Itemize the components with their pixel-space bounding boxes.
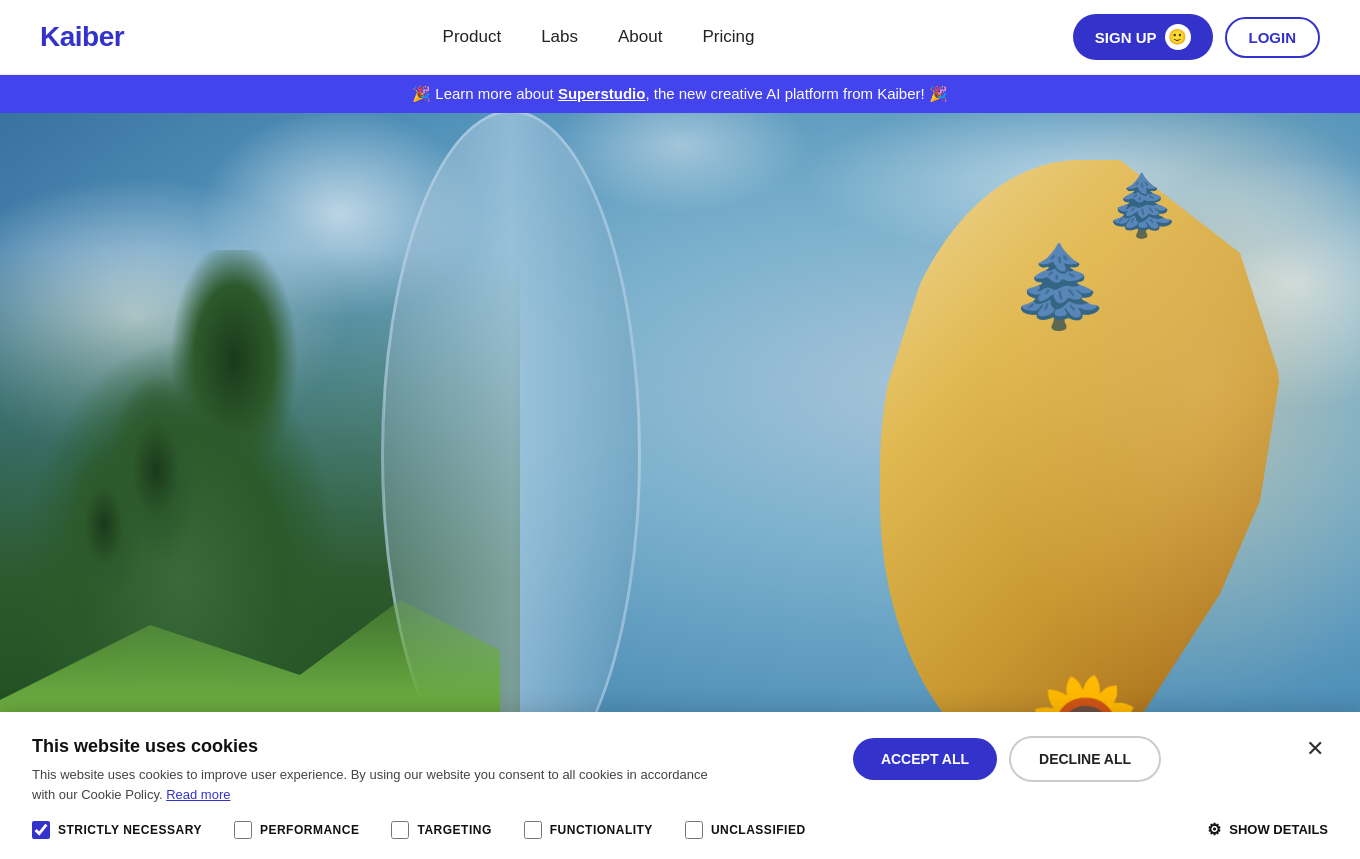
navbar: Kaiber Product Labs About Pricing SIGN U… [0, 0, 1360, 75]
superstudio-link[interactable]: Superstudio [558, 85, 646, 102]
cookie-close-button[interactable]: ✕ [1302, 736, 1328, 762]
smiley-icon: 🙂 [1165, 24, 1191, 50]
signup-label: SIGN UP [1095, 29, 1157, 46]
nav-actions: SIGN UP 🙂 LOGIN [1073, 14, 1320, 60]
cookie-banner: This website uses cookies This website u… [0, 712, 1360, 800]
announcement-prefix: 🎉 Learn more about [412, 85, 558, 102]
cookie-description: This website uses cookies to improve use… [32, 765, 732, 800]
nav-link-about[interactable]: About [618, 27, 662, 46]
cookie-content: This website uses cookies This website u… [32, 736, 732, 800]
cookie-read-more[interactable]: Read more [166, 787, 230, 801]
login-button[interactable]: LOGIN [1225, 17, 1321, 58]
hero-section: 🌻 🌲 🌲 [0, 110, 1360, 800]
announcement-banner: 🎉 Learn more about Superstudio, the new … [0, 75, 1360, 113]
decline-all-button[interactable]: DECLINE ALL [1009, 736, 1161, 782]
cookie-actions: ACCEPT ALL DECLINE ALL [853, 736, 1161, 782]
cookie-desc-text: This website uses cookies to improve use… [32, 767, 708, 800]
announcement-suffix: , the new creative AI platform from Kaib… [645, 85, 947, 102]
signup-button[interactable]: SIGN UP 🙂 [1073, 14, 1213, 60]
hero-tree-top-2: 🌲 [1105, 170, 1180, 241]
nav-link-labs[interactable]: Labs [541, 27, 578, 46]
cookie-main-row: This website uses cookies This website u… [32, 736, 1328, 800]
nav-links: Product Labs About Pricing [443, 27, 755, 47]
nav-link-pricing[interactable]: Pricing [702, 27, 754, 46]
accept-all-button[interactable]: ACCEPT ALL [853, 738, 997, 780]
cookie-title: This website uses cookies [32, 736, 732, 757]
nav-link-product[interactable]: Product [443, 27, 502, 46]
hero-tree-top: 🌲 [1010, 240, 1110, 334]
hero-background: 🌻 🌲 🌲 [0, 110, 1360, 800]
brand-logo[interactable]: Kaiber [40, 21, 124, 53]
